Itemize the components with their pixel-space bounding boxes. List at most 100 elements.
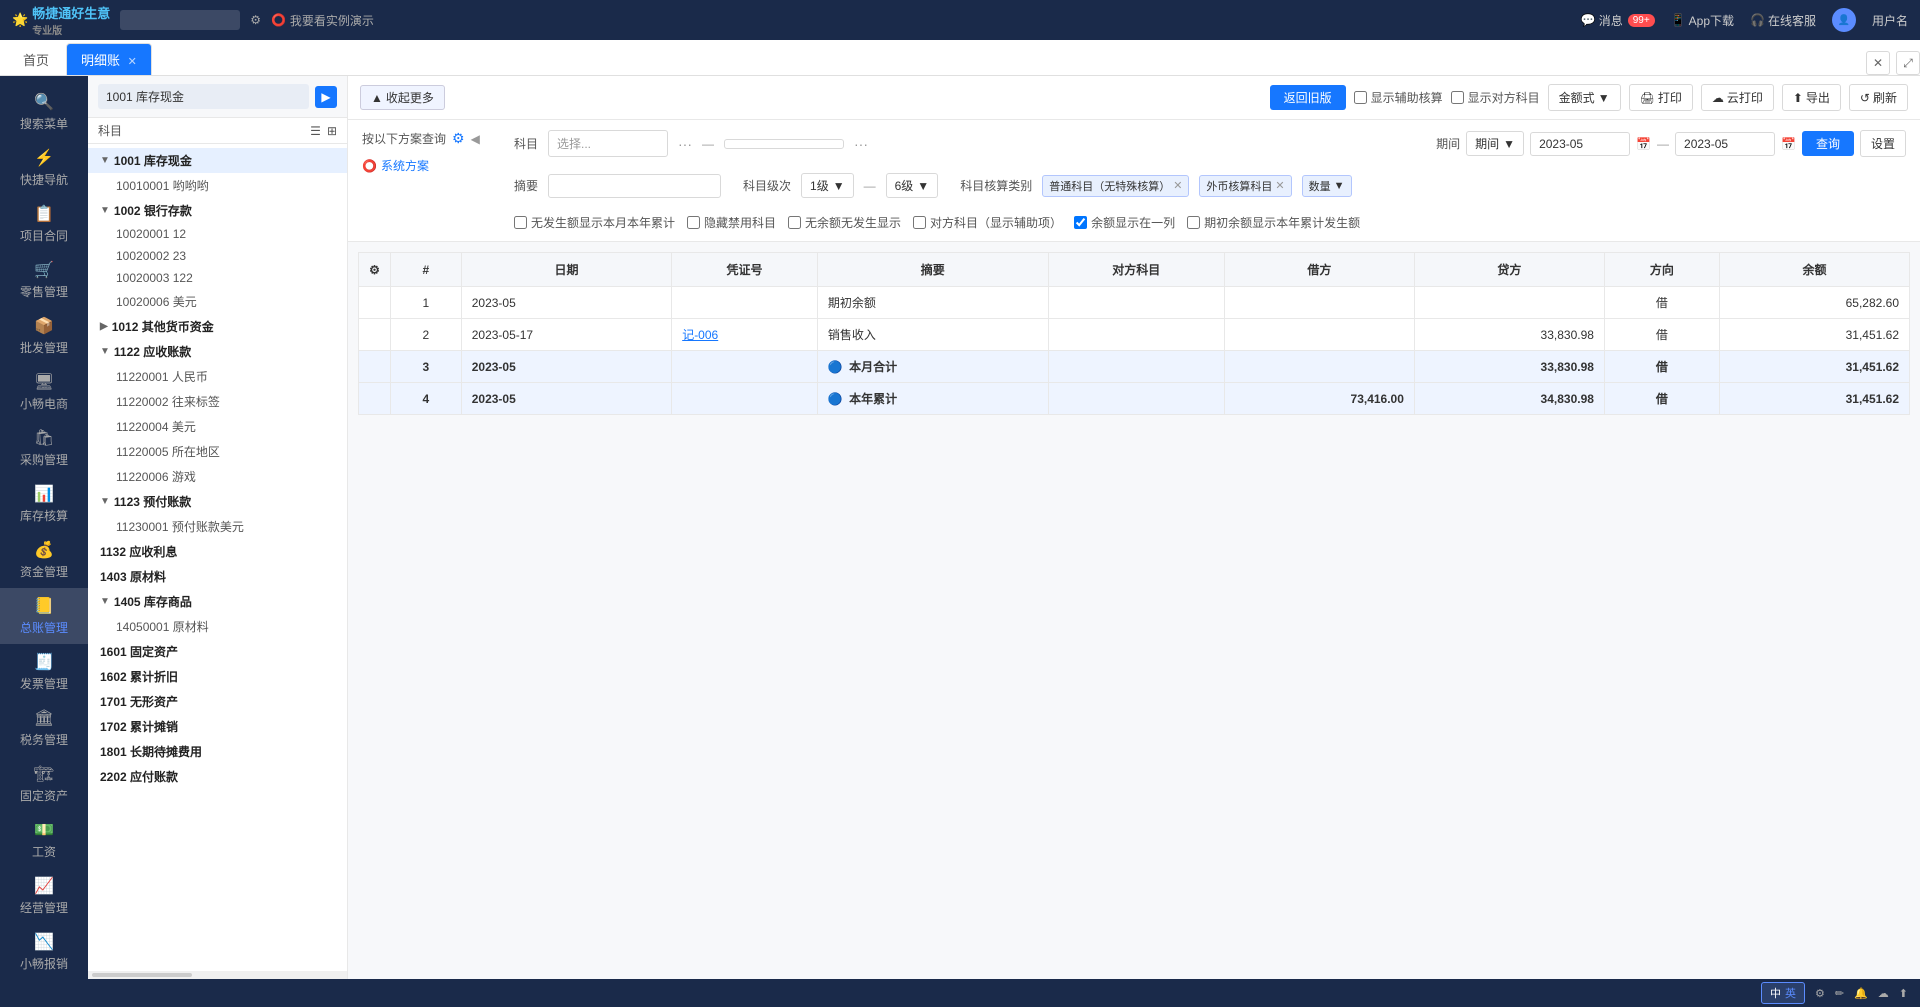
tree-item-11220001[interactable]: 11220001 人民币 (88, 364, 347, 389)
tree-item-10020002[interactable]: 10020002 23 (88, 245, 347, 267)
return-old-btn[interactable]: 返回旧版 (1270, 85, 1346, 110)
tree-item-1601[interactable]: 1601 固定资产 (88, 639, 347, 664)
sidebar-item-purchase[interactable]: 🛍 采购管理 (0, 420, 88, 476)
sidebar-item-search[interactable]: 🔍 搜索菜单 (0, 84, 88, 140)
show-opposite-checkbox[interactable]: 显示对方科目 (1451, 89, 1540, 106)
account-nav-btn[interactable]: ▶ (315, 86, 337, 108)
tree-item-1403[interactable]: 1403 原材料 (88, 564, 347, 589)
sidebar-item-biz[interactable]: 📈 经营管理 (0, 868, 88, 924)
tree-item-10020001[interactable]: 10020001 12 (88, 223, 347, 245)
period-type-select[interactable]: 期间▼ (1466, 131, 1524, 156)
tab-detail-close[interactable]: ✕ (128, 56, 137, 68)
cb-no-amount[interactable]: 无发生额显示本月本年累计 (514, 214, 675, 231)
period-to-input[interactable]: 2023-05 (1675, 132, 1775, 156)
summary-input[interactable] (548, 174, 721, 198)
query-btn[interactable]: 查询 (1802, 131, 1854, 156)
level-from-select[interactable]: 1级▼ (801, 173, 854, 198)
cb-opening[interactable]: 期初余额显示本年累计发生额 (1187, 214, 1360, 231)
tree-item-1012[interactable]: ▶ 1012 其他货币资金 (88, 314, 347, 339)
period-cal-icon-2[interactable]: 📅 (1781, 137, 1796, 151)
tree-item-1123[interactable]: ▼ 1123 预付账款 (88, 489, 347, 514)
filter-dots-2[interactable]: ··· (854, 136, 868, 152)
sidebar-item-nav[interactable]: ⚡ 快捷导航 (0, 140, 88, 196)
bottom-edit-icon[interactable]: ✏ (1835, 987, 1844, 1000)
period-cal-icon[interactable]: 📅 (1636, 137, 1651, 151)
settings-icon[interactable]: ⚙ (250, 13, 261, 27)
tree-item-11220004[interactable]: 11220004 美元 (88, 414, 347, 439)
sidebar-item-capital[interactable]: 💰 资金管理 (0, 532, 88, 588)
tree-item-10020006[interactable]: 10020006 美元 (88, 289, 347, 314)
sidebar-item-salary[interactable]: 💵 工资 (0, 812, 88, 868)
refresh-btn[interactable]: ↺ 刷新 (1849, 84, 1908, 111)
tree-item-10020003[interactable]: 10020003 122 (88, 267, 347, 289)
cb-no-balance[interactable]: 无余额无发生显示 (788, 214, 901, 231)
format-btn[interactable]: 金额式 ▼ (1548, 84, 1621, 111)
list-view-icon[interactable]: ☰ (310, 124, 321, 138)
lang-toggle-btn[interactable]: 中 英 (1761, 982, 1805, 1004)
bottom-cloud-icon[interactable]: ☁ (1878, 987, 1889, 1000)
tree-item-1701[interactable]: 1701 无形资产 (88, 689, 347, 714)
sidebar-item-tax[interactable]: 🏛 税务管理 (0, 700, 88, 756)
filter-settings-icon[interactable]: ⚙ (452, 130, 465, 147)
sidebar-item-ledger[interactable]: 📒 总账管理 (0, 588, 88, 644)
cloud-print-btn[interactable]: ☁ 云打印 (1701, 84, 1774, 111)
tree-item-11220006[interactable]: 11220006 游戏 (88, 464, 347, 489)
tree-item-1405[interactable]: ▼ 1405 库存商品 (88, 589, 347, 614)
demo-btn[interactable]: ⭕ 我要看实例演示 (271, 12, 374, 29)
show-aux-checkbox[interactable]: 显示辅助核算 (1354, 89, 1443, 106)
close-panel-btn[interactable]: ✕ (1866, 51, 1890, 75)
tree-item-11220002[interactable]: 11220002 往来标签 (88, 389, 347, 414)
tab-home[interactable]: 首页 (8, 43, 64, 75)
bottom-settings-icon[interactable]: ⚙ (1815, 987, 1825, 1000)
tree-item-11230001[interactable]: 11230001 预付账款美元 (88, 514, 347, 539)
cb-hide-disabled[interactable]: 隐藏禁用科目 (687, 214, 776, 231)
col-settings[interactable]: ⚙ (359, 253, 391, 287)
app-download-btn[interactable]: 📱 App下载 (1671, 12, 1734, 29)
sidebar-item-ecommerce[interactable]: 🖥 小畅电商 (0, 364, 88, 420)
filter-dots-1[interactable]: ··· (678, 136, 692, 152)
tree-item-1132[interactable]: 1132 应收利息 (88, 539, 347, 564)
tree-item-1702[interactable]: 1702 累计摊销 (88, 714, 347, 739)
tree-item-1122[interactable]: ▼ 1122 应收账款 (88, 339, 347, 364)
tree-item-11220005[interactable]: 11220005 所在地区 (88, 439, 347, 464)
level-to-select[interactable]: 6级▼ (886, 173, 939, 198)
message-btn[interactable]: 💬 消息 99+ (1581, 12, 1655, 29)
filter-arrow-icon[interactable]: ◀ (471, 132, 480, 146)
sidebar-item-wholesale[interactable]: 📦 批发管理 (0, 308, 88, 364)
cb-opposite[interactable]: 对方科目（显示辅助项） (913, 214, 1062, 231)
sidebar-item-invoice[interactable]: 🧾 发票管理 (0, 644, 88, 700)
tree-item-14050001[interactable]: 14050001 原材料 (88, 614, 347, 639)
system-scheme-btn[interactable]: ⭕ 系统方案 (362, 153, 502, 178)
print-btn[interactable]: 🖨 打印 (1629, 84, 1693, 111)
tree-view-icon[interactable]: ⊞ (327, 124, 337, 138)
bottom-upload-icon[interactable]: ⬆ (1899, 987, 1908, 1000)
settings-btn[interactable]: 设置 (1860, 130, 1906, 157)
tree-item-1002[interactable]: ▼ 1002 银行存款 (88, 198, 347, 223)
user-avatar[interactable]: 👤 (1832, 8, 1856, 32)
sidebar-item-assets[interactable]: 🏗 固定资产 (0, 756, 88, 812)
cb-balance-col[interactable]: 余额显示在一列 (1074, 214, 1175, 231)
expand-panel-btn[interactable]: ⤢ (1896, 51, 1920, 75)
export-btn[interactable]: ⬆ 导出 (1782, 84, 1841, 111)
tree-item-10010001[interactable]: 10010001 哟哟哟 (88, 173, 347, 198)
sidebar-item-inventory[interactable]: 📊 库存核算 (0, 476, 88, 532)
tab-detail[interactable]: 明细账 ✕ (66, 43, 152, 75)
tree-item-1602[interactable]: 1602 累计折旧 (88, 664, 347, 689)
top-search-input[interactable] (120, 10, 240, 30)
tree-item-1801[interactable]: 1801 长期待摊费用 (88, 739, 347, 764)
expand-more-btn[interactable]: ▲ 收起更多 (360, 85, 445, 110)
account-filter-input[interactable]: 选择... (548, 130, 668, 157)
sidebar-item-contract[interactable]: 📋 项目合同 (0, 196, 88, 252)
tree-item-1001[interactable]: ▼ 1001 库存现金 (88, 148, 347, 173)
sidebar-item-report[interactable]: 📉 小畅报销 (0, 924, 88, 979)
account-filter-input-2[interactable] (724, 139, 844, 149)
online-service-btn[interactable]: 🎧 在线客服 (1750, 12, 1816, 29)
filter-tag-close-2[interactable]: ✕ (1275, 179, 1284, 192)
row-voucher[interactable]: 记-006 (672, 319, 818, 351)
period-from-input[interactable]: 2023-05 (1530, 132, 1630, 156)
bottom-bell-icon[interactable]: 🔔 (1854, 987, 1868, 1000)
filter-tag-close-1[interactable]: ✕ (1173, 179, 1182, 192)
tree-item-2202[interactable]: 2202 应付账款 (88, 764, 347, 789)
account-selector[interactable]: 1001 库存现金 (98, 84, 309, 109)
sidebar-item-retail[interactable]: 🛒 零售管理 (0, 252, 88, 308)
